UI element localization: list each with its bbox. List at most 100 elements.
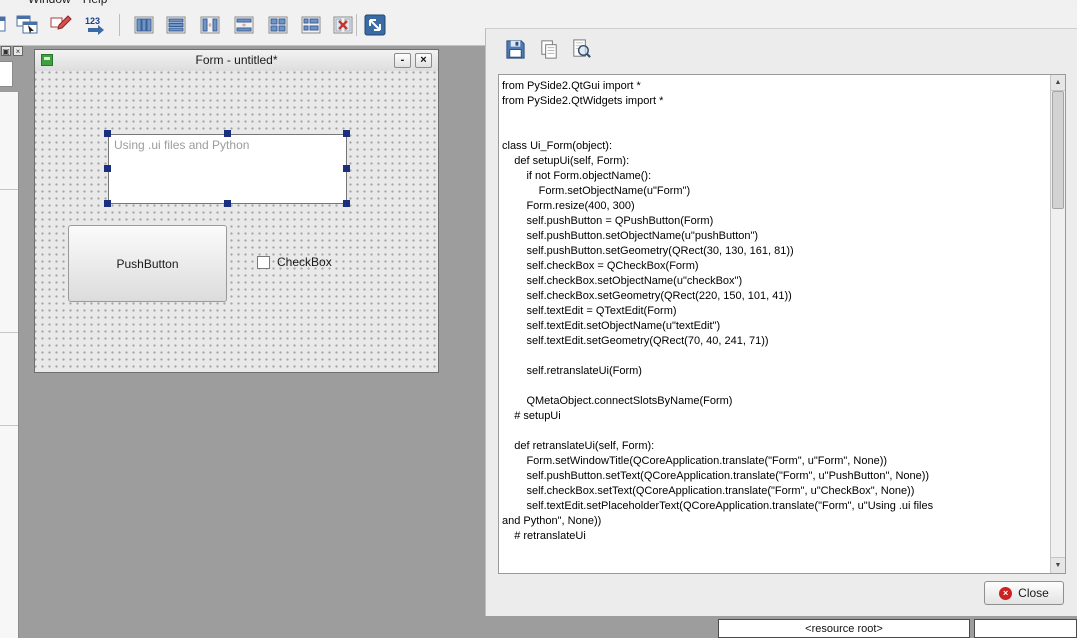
- widgetbox-panel-fragment[interactable]: [0, 92, 19, 638]
- code-line: self.checkBox = QCheckBox(Form): [502, 259, 1048, 274]
- layout-horizontal-icon: [132, 13, 156, 37]
- edit-tab-order-icon: 123: [83, 13, 107, 37]
- form-window-titlebar[interactable]: Form - untitled* - ×: [35, 50, 438, 72]
- save-button[interactable]: [502, 36, 528, 62]
- selection-handle-top-center[interactable]: [224, 130, 231, 137]
- minimize-button[interactable]: -: [394, 53, 411, 68]
- code-line: def setupUi(self, Form):: [502, 154, 1048, 169]
- close-button-label: Close: [1018, 586, 1049, 600]
- code-preview-dialog: from PySide2.QtGui import *from PySide2.…: [485, 28, 1077, 616]
- scrollbar-thumb[interactable]: [1052, 91, 1064, 209]
- panel-divider: [0, 425, 18, 426]
- code-line: QMetaObject.connectSlotsByName(Form): [502, 394, 1048, 409]
- layout-horizontal-button[interactable]: [131, 12, 157, 38]
- code-line: self.checkBox.setText(QCoreApplication.t…: [502, 484, 1048, 499]
- code-line: self.checkBox.setGeometry(QRect(220, 150…: [502, 289, 1048, 304]
- selection-handle-mid-left[interactable]: [104, 165, 111, 172]
- close-icon: ×: [16, 47, 21, 56]
- selection-handle-bottom-left[interactable]: [104, 200, 111, 207]
- scroll-down-icon: ▼: [1055, 562, 1062, 569]
- widgetbox-filter-fragment[interactable]: [0, 61, 13, 87]
- layout-grid-button[interactable]: [265, 12, 291, 38]
- layout-vertical-splitter-icon: [232, 13, 256, 37]
- copy-icon: [538, 38, 561, 61]
- edit-widgets-button[interactable]: [14, 12, 40, 38]
- code-line: self.textEdit.setObjectName(u"textEdit"): [502, 319, 1048, 334]
- menu-row: Window Help: [0, 0, 1077, 6]
- code-line: self.checkBox.setObjectName(u"checkBox"): [502, 274, 1048, 289]
- dock-close-button[interactable]: ×: [13, 46, 23, 56]
- pushbutton-widget[interactable]: PushButton: [68, 225, 227, 302]
- scroll-down-button[interactable]: ▼: [1051, 557, 1065, 573]
- code-line: self.textEdit.setPlaceholderText(QCoreAp…: [502, 499, 1048, 514]
- resource-root-label: <resource root>: [805, 623, 883, 635]
- textedit-widget[interactable]: Using .ui files and Python: [108, 134, 347, 204]
- pushbutton-label: PushButton: [116, 257, 178, 271]
- code-line: # setupUi: [502, 409, 1048, 424]
- clipped-toolbar-icon[interactable]: [0, 12, 10, 38]
- vertical-scrollbar[interactable]: ▲ ▼: [1050, 75, 1065, 573]
- break-layout-button[interactable]: [330, 12, 356, 38]
- selection-handle-bottom-center[interactable]: [224, 200, 231, 207]
- menu-item-window[interactable]: Window: [28, 0, 71, 6]
- code-line: self.pushButton = QPushButton(Form): [502, 214, 1048, 229]
- resource-panel-fragment: [974, 619, 1077, 638]
- scroll-up-icon: ▲: [1055, 79, 1062, 86]
- find-button[interactable]: [568, 36, 594, 62]
- code-line: [502, 424, 1048, 439]
- layout-horizontal-splitter-button[interactable]: [197, 12, 223, 38]
- code-line: [502, 379, 1048, 394]
- checkbox-indicator[interactable]: [257, 256, 270, 269]
- layout-form-icon: [299, 13, 323, 37]
- edit-widgets-icon: [15, 13, 39, 37]
- edit-tab-order-button[interactable]: 123: [82, 12, 108, 38]
- code-line: [502, 109, 1048, 124]
- float-icon: ▣: [2, 47, 10, 56]
- layout-vertical-splitter-button[interactable]: [231, 12, 257, 38]
- scroll-up-button[interactable]: ▲: [1051, 75, 1065, 91]
- selection-handle-top-right[interactable]: [343, 130, 350, 137]
- code-line: if not Form.objectName():: [502, 169, 1048, 184]
- edit-signals-slots-button[interactable]: [48, 12, 74, 38]
- copy-button[interactable]: [536, 36, 562, 62]
- code-line: Form.setObjectName(u"Form"): [502, 184, 1048, 199]
- save-icon: [504, 38, 527, 61]
- dialog-close-button[interactable]: × Close: [984, 581, 1064, 605]
- layout-vertical-icon: [164, 13, 188, 37]
- code-line: self.pushButton.setText(QCoreApplication…: [502, 469, 1048, 484]
- break-layout-icon: [331, 13, 355, 37]
- form-canvas[interactable]: Using .ui files and Python PushButton Ch…: [35, 71, 438, 372]
- panel-divider: [0, 189, 18, 190]
- code-line: class Ui_Form(object):: [502, 139, 1048, 154]
- layout-form-button[interactable]: [298, 12, 324, 38]
- form-window-title: Form - untitled*: [35, 53, 438, 67]
- resource-root-item[interactable]: <resource root>: [718, 619, 970, 638]
- form-editor-window: Form - untitled* - × Using .ui files and…: [34, 49, 439, 373]
- selection-handle-mid-right[interactable]: [343, 165, 350, 172]
- code-line: [502, 124, 1048, 139]
- code-line: self.pushButton.setGeometry(QRect(30, 13…: [502, 244, 1048, 259]
- selection-handle-bottom-right[interactable]: [343, 200, 350, 207]
- code-line: self.pushButton.setObjectName(u"pushButt…: [502, 229, 1048, 244]
- layout-vertical-button[interactable]: [163, 12, 189, 38]
- checkbox-widget[interactable]: CheckBox: [257, 255, 332, 269]
- close-button[interactable]: ×: [415, 53, 432, 68]
- qt-designer-screen: Window Help 123: [0, 0, 1077, 638]
- adjust-size-button[interactable]: [362, 12, 388, 38]
- dock-float-button[interactable]: ▣: [1, 46, 11, 56]
- svg-text:123: 123: [85, 16, 100, 26]
- code-line: self.textEdit.setGeometry(QRect(70, 40, …: [502, 334, 1048, 349]
- toolbar-separator: [356, 14, 357, 36]
- code-line: Form.setWindowTitle(QCoreApplication.tra…: [502, 454, 1048, 469]
- menu-item-help[interactable]: Help: [83, 0, 108, 6]
- toolbar-separator: [119, 14, 120, 36]
- layout-grid-icon: [266, 13, 290, 37]
- panel-divider: [0, 332, 18, 333]
- code-line: from PySide2.QtWidgets import *: [502, 94, 1048, 109]
- selection-handle-top-left[interactable]: [104, 130, 111, 137]
- window-icon: [0, 13, 9, 37]
- edit-signals-slots-icon: [49, 13, 73, 37]
- code-text: from PySide2.QtGui import *from PySide2.…: [502, 79, 1048, 571]
- code-view[interactable]: from PySide2.QtGui import *from PySide2.…: [498, 74, 1066, 574]
- textedit-placeholder: Using .ui files and Python: [114, 138, 249, 152]
